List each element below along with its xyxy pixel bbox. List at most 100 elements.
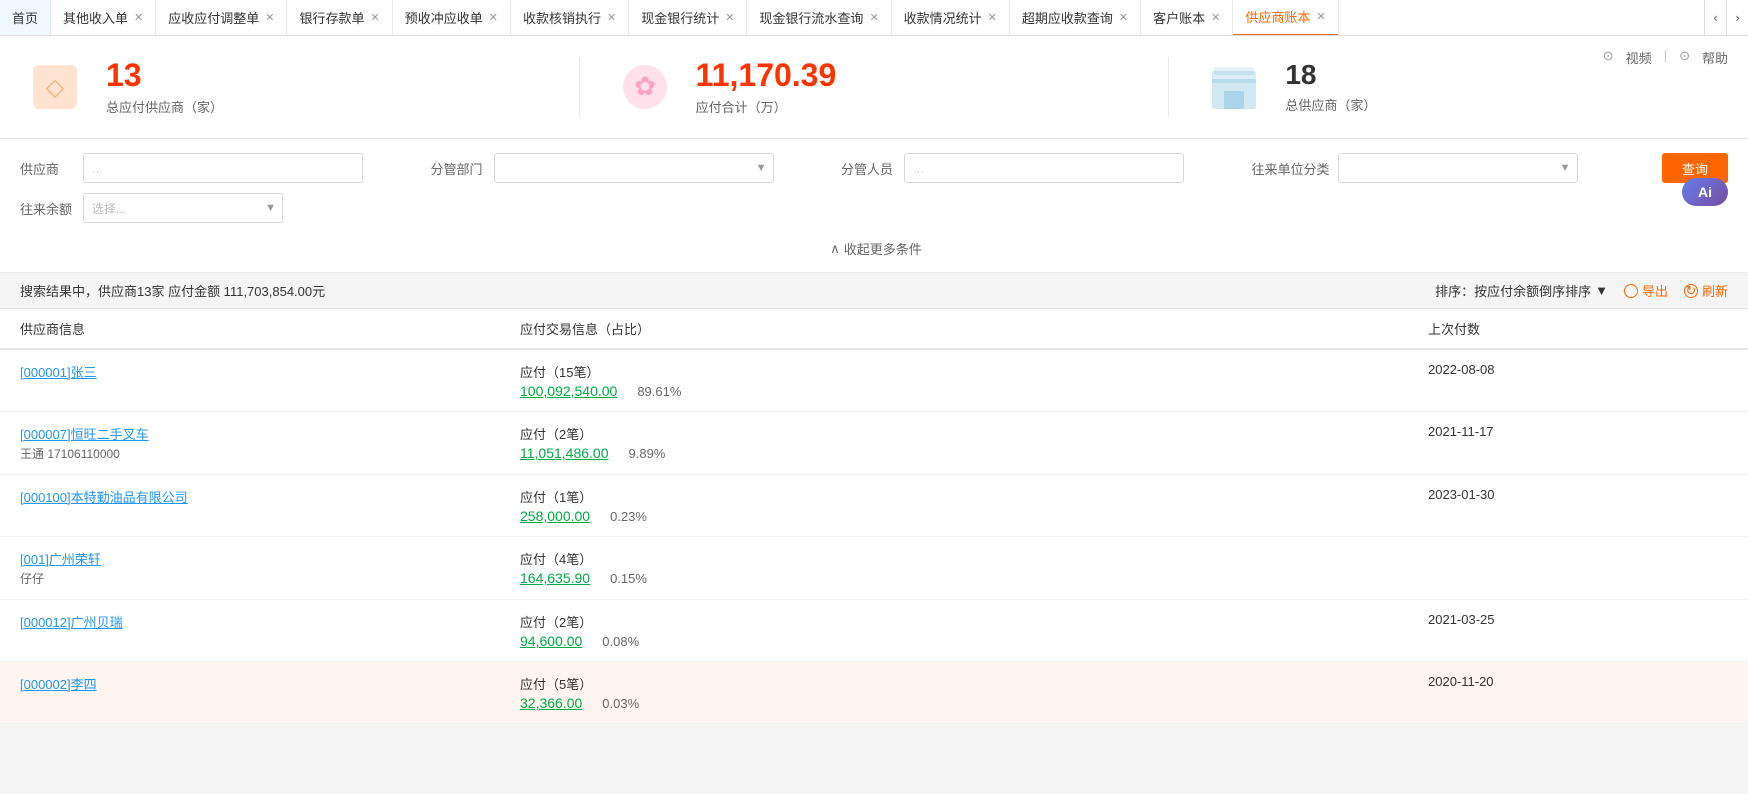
close-icon[interactable]: ✕: [607, 11, 616, 24]
person-filter-label: 分管人员: [841, 159, 896, 178]
supplier-payable-label: 总应付供应商（家）: [106, 97, 549, 116]
supplier-cell-6: [000002]李四: [20, 674, 520, 711]
video-link[interactable]: 视频: [1626, 48, 1652, 67]
col-payable-info: 应付交易信息（占比）: [520, 319, 1428, 338]
payable-label-2: 应付（2笔）: [520, 424, 1428, 443]
last-payment-cell-4: [1428, 549, 1728, 587]
payable-amount-4[interactable]: 164,635.90: [520, 570, 590, 586]
filter-row-1: 供应商 ... 分管部门 ▼ 分管人员 ... 往来单位分类 ▼ 查询: [20, 153, 1728, 183]
supplier-payable-count: 13: [106, 58, 549, 93]
tab-bank-deposit[interactable]: 银行存款单 ✕: [287, 0, 392, 36]
payable-percent-6: 0.03%: [602, 696, 639, 711]
tab-other-income[interactable]: 其他收入单 ✕: [51, 0, 156, 36]
supplier-link-1[interactable]: [000001]张三: [20, 365, 97, 380]
payable-cell-6: 应付（5笔） 32,366.00 0.03%: [520, 674, 1428, 711]
table-row: [000001]张三 应付（15笔） 100,092,540.00 89.61%…: [0, 350, 1748, 412]
sort-button[interactable]: 排序：按应付余额倒序排序 ▼: [1435, 281, 1608, 300]
payable-cell-1: 应付（15笔） 100,092,540.00 89.61%: [520, 362, 1428, 399]
sort-label: 排序：按应付余额倒序排序: [1435, 281, 1591, 300]
summary-card-2: ✿ 11,170.39 应付合计（万）: [610, 52, 1139, 122]
close-icon[interactable]: ✕: [489, 11, 498, 24]
nav-arrows: ‹ ›: [1704, 0, 1748, 36]
table-row: [000002]李四 应付（5笔） 32,366.00 0.03% 2020-1…: [0, 662, 1748, 724]
close-icon[interactable]: ✕: [1211, 11, 1220, 24]
nav-arrow-left[interactable]: ‹: [1704, 0, 1726, 36]
close-icon[interactable]: ✕: [988, 11, 997, 24]
col-last-payment: 上次付数: [1428, 319, 1728, 338]
table-row: [001]广州荣轩 仔仔 应付（4笔） 164,635.90 0.15%: [0, 537, 1748, 600]
payable-info-3: 258,000.00 0.23%: [520, 506, 1428, 524]
supplier-sub-4: 仔仔: [20, 570, 520, 587]
balance-input[interactable]: 选择... ▼: [83, 193, 283, 223]
nav-arrow-right[interactable]: ›: [1726, 0, 1748, 36]
balance-placeholder: 选择...: [92, 200, 126, 217]
supplier-link-5[interactable]: [000012]广州贝瑞: [20, 615, 123, 630]
close-icon[interactable]: ✕: [1316, 10, 1325, 23]
close-icon[interactable]: ✕: [265, 11, 274, 24]
results-info: 搜索结果中，供应商13家 应付金额 111,703,854.00元: [20, 281, 325, 300]
filter-section: 供应商 ... 分管部门 ▼ 分管人员 ... 往来单位分类 ▼ 查询: [0, 139, 1748, 273]
filter-balance: 往来余额 选择... ▼: [20, 193, 1728, 223]
tab-collect-verify[interactable]: 收款核销执行 ✕: [511, 0, 629, 36]
supplier-input[interactable]: ...: [83, 153, 363, 183]
tab-collect-stat[interactable]: 收款情况统计 ✕: [892, 0, 1010, 36]
category-input[interactable]: ▼: [1338, 153, 1578, 183]
summary-info-3: 18 总供应商（家）: [1285, 60, 1728, 114]
export-button[interactable]: 导出: [1624, 281, 1668, 300]
export-label: 导出: [1642, 281, 1668, 300]
payable-amount-2[interactable]: 11,051,486.00: [520, 445, 609, 461]
refresh-button[interactable]: ↻ 刷新: [1684, 281, 1728, 300]
last-payment-cell-2: 2021-11-17: [1428, 424, 1728, 462]
tab-overdue-collect[interactable]: 超期应收款查询 ✕: [1010, 0, 1141, 36]
tab-home[interactable]: 首页: [0, 0, 51, 36]
payable-info-5: 94,600.00 0.08%: [520, 631, 1428, 649]
top-right-links: ⊙ 视频 | ⊙ 帮助: [1603, 48, 1728, 67]
person-input-dots: ...: [913, 161, 924, 176]
refresh-label: 刷新: [1702, 281, 1728, 300]
supplier-input-dots: ...: [92, 161, 103, 176]
payable-cell-3: 应付（1笔） 258,000.00 0.23%: [520, 487, 1428, 524]
tab-supplier-account[interactable]: 供应商账本 ✕: [1233, 0, 1338, 36]
filter-dept: 分管部门 ▼: [431, 153, 822, 183]
help-link[interactable]: 帮助: [1702, 48, 1728, 67]
payable-info-4: 164,635.90 0.15%: [520, 568, 1428, 586]
payable-amount-1[interactable]: 100,092,540.00: [520, 383, 617, 399]
payable-amount-5[interactable]: 94,600.00: [520, 633, 582, 649]
supplier-link-2[interactable]: [000007]恒旺二手叉车: [20, 427, 149, 442]
collapse-up-icon: ∧: [830, 241, 840, 257]
close-icon[interactable]: ✕: [134, 11, 143, 24]
close-icon[interactable]: ✕: [1119, 11, 1128, 24]
close-icon[interactable]: ✕: [725, 11, 734, 24]
dept-input[interactable]: ▼: [494, 153, 774, 183]
collapse-label: 收起更多条件: [844, 239, 922, 258]
supplier-link-6[interactable]: [000002]李四: [20, 677, 97, 692]
close-icon[interactable]: ✕: [869, 11, 878, 24]
payable-percent-1: 89.61%: [637, 384, 681, 399]
summary-section: ⊙ 视频 | ⊙ 帮助 ◇ 13 总应付供应商（家） ✿ 11,170.39: [0, 36, 1748, 139]
flower-icon: ✿: [610, 52, 680, 122]
divider-2: [1168, 57, 1169, 117]
data-table: 供应商信息 应付交易信息（占比） 上次付数 [000001]张三 应付（15笔）…: [0, 309, 1748, 724]
tab-receivable-adjust[interactable]: 应收应付调整单 ✕: [156, 0, 287, 36]
results-actions: 排序：按应付余额倒序排序 ▼ 导出 ↻ 刷新: [1435, 281, 1728, 300]
last-payment-cell-3: 2023-01-30: [1428, 487, 1728, 524]
supplier-link-3[interactable]: [000100]本特勤油品有限公司: [20, 490, 188, 505]
supplier-link-4[interactable]: [001]广州荣轩: [20, 552, 101, 567]
payable-info-2: 11,051,486.00 9.89%: [520, 443, 1428, 461]
last-payment-cell-6: 2020-11-20: [1428, 674, 1728, 711]
table-header: 供应商信息 应付交易信息（占比） 上次付数: [0, 309, 1748, 350]
payable-amount-3[interactable]: 258,000.00: [520, 508, 590, 524]
collapse-bar[interactable]: ∧ 收起更多条件: [20, 233, 1728, 264]
ai-button[interactable]: Ai: [1682, 178, 1728, 206]
payable-amount-6[interactable]: 32,366.00: [520, 695, 582, 711]
tab-advance-collect[interactable]: 预收冲应收单 ✕: [393, 0, 511, 36]
last-payment-cell-1: 2022-08-08: [1428, 362, 1728, 399]
person-input[interactable]: ...: [904, 153, 1184, 183]
tab-cash-bank-stat[interactable]: 现金银行统计 ✕: [629, 0, 747, 36]
tab-cash-bank-flow[interactable]: 现金银行流水查询 ✕: [747, 0, 891, 36]
filter-supplier: 供应商 ...: [20, 153, 411, 183]
close-icon[interactable]: ✕: [371, 11, 380, 24]
tab-customer-account[interactable]: 客户账本 ✕: [1141, 0, 1233, 36]
filter-row-2: 往来余额 选择... ▼: [20, 193, 1728, 223]
supplier-sub-2: 王通 17106110000: [20, 445, 520, 462]
